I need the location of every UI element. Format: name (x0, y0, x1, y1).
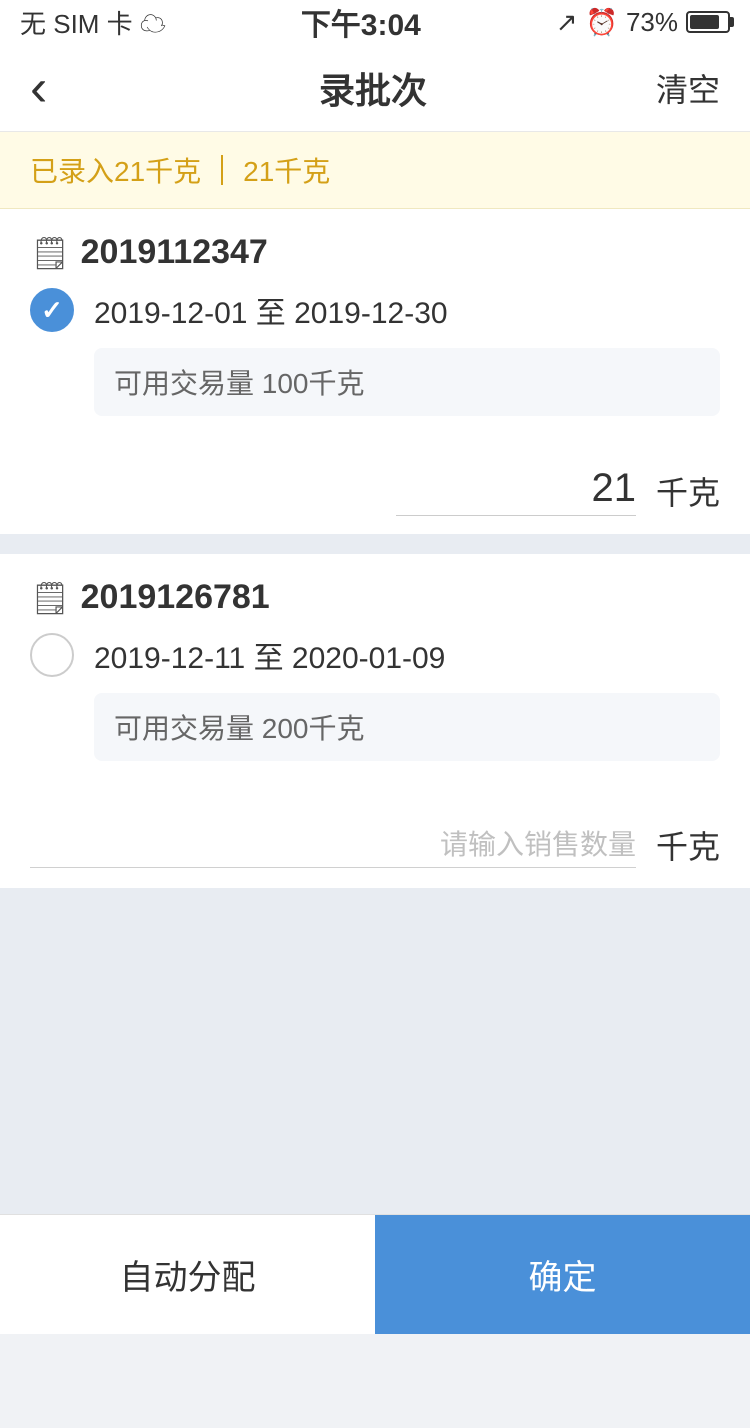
recorded-label: 已录入21千克 (30, 150, 201, 190)
radio-button-2[interactable] (30, 633, 74, 677)
nav-bar: ‹ 录批次 清空 (0, 44, 750, 132)
available-qty-2: 可用交易量 200千克 (94, 693, 720, 761)
page-title: 录批次 (319, 62, 427, 114)
date-range-2: 2019-12-11 至 2020-01-09 (94, 633, 445, 677)
no-sim-text: 无 SIM 卡 ☁ (20, 4, 166, 41)
qty-value-1: 21 (591, 466, 636, 511)
battery-percent: 73% (626, 7, 678, 38)
qty-input-2[interactable] (30, 821, 636, 863)
clear-button[interactable]: 清空 (656, 65, 720, 111)
confirm-button[interactable]: 确定 (375, 1215, 750, 1334)
bottom-bar: 自动分配 确定 (0, 1214, 750, 1334)
batch-card-2: 🗒 2019126781 2019-12-11 至 2020-01-09 可用交… (0, 554, 750, 801)
input-wrapper-2 (30, 821, 636, 868)
alarm-icon: ⏰ (586, 7, 618, 38)
batch-row-2[interactable]: 2019-12-11 至 2020-01-09 (30, 633, 720, 677)
info-divider (221, 155, 223, 185)
batch-number-2: 2019126781 (81, 578, 270, 617)
batch-card-1: 🗒 2019112347 2019-12-01 至 2019-12-30 可用交… (0, 209, 750, 456)
input-row-2: 千克 (0, 801, 750, 888)
batch-doc-icon-1: 🗒 (30, 234, 71, 272)
qty-unit-2: 千克 (656, 822, 720, 868)
batch-row-1[interactable]: 2019-12-01 至 2019-12-30 (30, 288, 720, 332)
status-right: ↗ ⏰ 73% (556, 7, 730, 38)
battery-icon (686, 11, 730, 33)
qty-display-row-1: 21 千克 (0, 456, 750, 534)
date-range-1: 2019-12-01 至 2019-12-30 (94, 288, 448, 332)
batch-doc-icon-2: 🗒 (30, 579, 71, 617)
qty-unit-1: 千克 (656, 468, 720, 514)
radio-button-1[interactable] (30, 288, 74, 332)
batch-header-2: 🗒 2019126781 (30, 578, 720, 617)
batch-number-1: 2019112347 (81, 233, 268, 272)
qty-underline-1: 21 (396, 466, 636, 516)
location-icon: ↗ (556, 7, 578, 38)
battery-fill (690, 15, 719, 29)
auto-distribute-button[interactable]: 自动分配 (0, 1215, 375, 1334)
info-banner: 已录入21千克 21千克 (0, 132, 750, 209)
batch-header-1: 🗒 2019112347 (30, 233, 720, 272)
status-left: 无 SIM 卡 ☁ (20, 4, 166, 41)
back-button[interactable]: ‹ (30, 58, 90, 118)
section-divider (0, 534, 750, 554)
status-bar: 无 SIM 卡 ☁ 下午3:04 ↗ ⏰ 73% (0, 0, 750, 44)
status-time: 下午3:04 (301, 0, 421, 44)
available-qty-1: 可用交易量 100千克 (94, 348, 720, 416)
recorded-value: 21千克 (243, 150, 330, 190)
